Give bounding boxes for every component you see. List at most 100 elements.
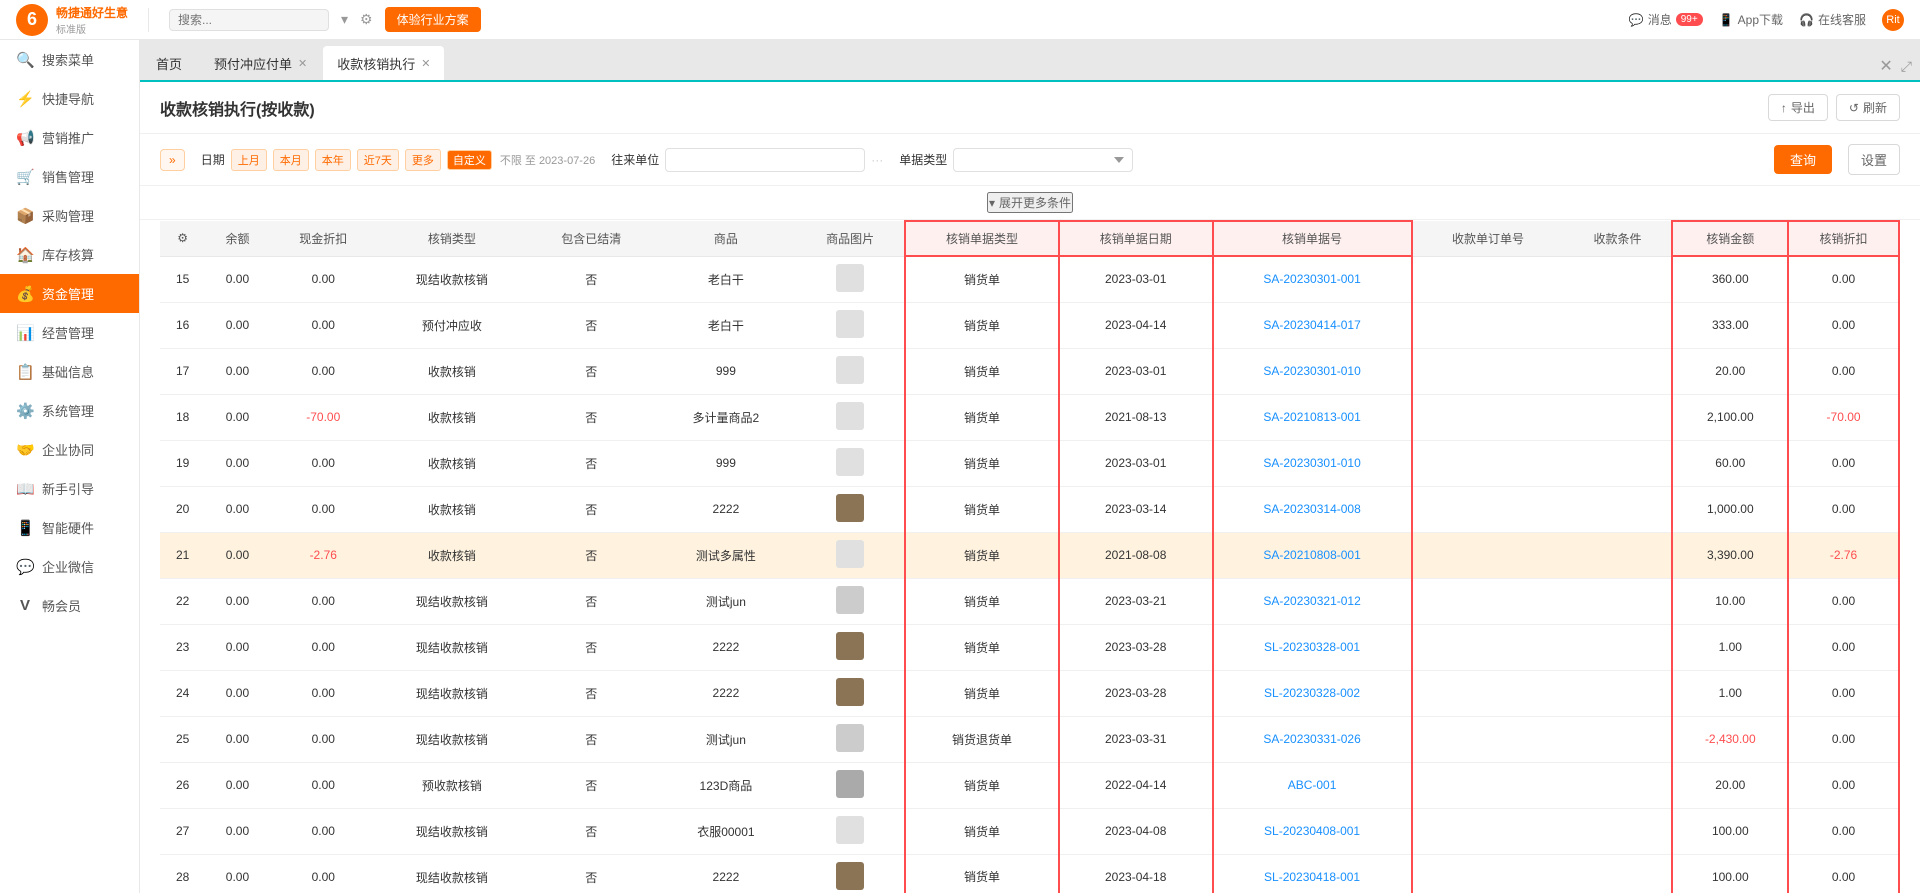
- date-last-month[interactable]: 上月: [231, 149, 267, 171]
- sidebar-item-management[interactable]: 📊 经营管理: [0, 313, 139, 352]
- sidebar-item-hardware[interactable]: 📱 智能硬件: [0, 508, 139, 547]
- cell-bill-no: SA-20230331-026: [1213, 716, 1412, 762]
- sidebar-item-search[interactable]: 🔍 搜索菜单: [0, 40, 139, 79]
- cell-cancel-type: 预收款核销: [377, 762, 527, 808]
- cell-included: 否: [527, 716, 656, 762]
- app-download-btn[interactable]: 📱 App下载: [1719, 11, 1783, 28]
- cell-bill-type: 销货单: [905, 348, 1059, 394]
- bill-no-link[interactable]: SA-20230414-017: [1263, 318, 1360, 332]
- message-btn[interactable]: 💬 消息 99+: [1629, 11, 1703, 28]
- cell-product-img: [796, 348, 905, 394]
- message-icon: 💬: [1629, 13, 1644, 27]
- cell-bill-type: 销货单: [905, 302, 1059, 348]
- sidebar-item-marketing[interactable]: 📢 营销推广: [0, 118, 139, 157]
- settings-icon[interactable]: ⚙: [360, 11, 373, 28]
- tab-cancel-exec-close[interactable]: ✕: [421, 57, 430, 70]
- tab-prepay[interactable]: 预付冲应付单 ✕: [200, 46, 321, 80]
- cell-cancel-type: 现结收款核销: [377, 670, 527, 716]
- table-row: 20 0.00 0.00 收款核销 否 2222 销货单 2023-03-14 …: [160, 486, 1899, 532]
- bill-no-link[interactable]: SA-20230301-001: [1263, 272, 1360, 286]
- user-avatar[interactable]: Rit: [1882, 9, 1904, 31]
- top-search-input[interactable]: [169, 9, 329, 31]
- cell-product: 测试多属性: [656, 532, 797, 578]
- dropdown-icon[interactable]: ▾: [341, 11, 348, 28]
- date-this-month[interactable]: 本月: [273, 149, 309, 171]
- cell-cancel-type: 预付冲应收: [377, 302, 527, 348]
- cell-cancel-type: 现结收款核销: [377, 578, 527, 624]
- date-this-year[interactable]: 本年: [315, 149, 351, 171]
- bill-no-link[interactable]: SA-20230314-008: [1263, 502, 1360, 516]
- online-service-btn[interactable]: 🎧 在线客服: [1799, 11, 1866, 28]
- bill-no-link[interactable]: SA-20230301-010: [1263, 364, 1360, 378]
- tab-cancel-exec[interactable]: 收款核销执行 ✕: [323, 46, 444, 80]
- th-settings[interactable]: ⚙: [160, 221, 205, 256]
- cell-cancel-amount: 333.00: [1672, 302, 1788, 348]
- bill-no-link[interactable]: ABC-001: [1288, 778, 1337, 792]
- bill-no-link[interactable]: SL-20230328-002: [1264, 686, 1360, 700]
- cell-receipt-order: [1412, 302, 1564, 348]
- maximize-icon[interactable]: ⤢: [1901, 58, 1912, 75]
- cell-included: 否: [527, 624, 656, 670]
- date-more[interactable]: 更多: [405, 149, 441, 171]
- sidebar-item-guide[interactable]: 📖 新手引导: [0, 469, 139, 508]
- sidebar-item-purchase[interactable]: 📦 采购管理: [0, 196, 139, 235]
- filter-expand-btn[interactable]: »: [160, 149, 185, 171]
- bill-no-link[interactable]: SA-20210813-001: [1263, 410, 1360, 424]
- bill-no-link[interactable]: SL-20230408-001: [1264, 824, 1360, 838]
- cell-balance: 0.00: [205, 302, 269, 348]
- cell-bill-date: 2023-04-14: [1059, 302, 1213, 348]
- service-icon: 🎧: [1799, 13, 1814, 27]
- bill-no-link[interactable]: SL-20230328-001: [1264, 640, 1360, 654]
- filter-counterparty: 往来单位 ···: [611, 148, 883, 172]
- bill-type-select[interactable]: [953, 148, 1133, 172]
- bill-no-link[interactable]: SA-20230331-026: [1263, 732, 1360, 746]
- refresh-btn[interactable]: ↺ 刷新: [1836, 94, 1900, 121]
- expand-more-btn[interactable]: ▾ 展开更多条件: [987, 192, 1073, 213]
- sidebar-item-wechat[interactable]: 💬 企业微信: [0, 547, 139, 586]
- hardware-icon: 📱: [16, 519, 34, 537]
- sidebar-item-system[interactable]: ⚙️ 系统管理: [0, 391, 139, 430]
- management-icon: 📊: [16, 324, 34, 342]
- bill-no-link[interactable]: SA-20230321-012: [1263, 594, 1360, 608]
- sidebar-item-quicknav[interactable]: ⚡ 快捷导航: [0, 79, 139, 118]
- close-window-icon[interactable]: ✕: [1879, 56, 1892, 76]
- sidebar-item-enterprise[interactable]: 🤝 企业协同: [0, 430, 139, 469]
- cell-product: 2222: [656, 670, 797, 716]
- tab-home[interactable]: 首页: [140, 46, 198, 80]
- cell-bill-date: 2023-03-01: [1059, 440, 1213, 486]
- sidebar-item-inventory[interactable]: 🏠 库存核算: [0, 235, 139, 274]
- cell-cancel-discount: 0.00: [1788, 716, 1899, 762]
- counterparty-input[interactable]: [665, 148, 865, 172]
- cell-product: 老白干: [656, 302, 797, 348]
- tab-prepay-close[interactable]: ✕: [298, 57, 307, 70]
- th-cancel-amount: 核销金额: [1672, 221, 1788, 256]
- sidebar-item-sales[interactable]: 🛒 销售管理: [0, 157, 139, 196]
- cell-included: 否: [527, 256, 656, 302]
- cell-balance: 0.00: [205, 486, 269, 532]
- sidebar: 🔍 搜索菜单 ⚡ 快捷导航 📢 营销推广 🛒 销售管理 📦 采购管理 🏠 库存核…: [0, 40, 140, 893]
- cell-bill-date: 2021-08-13: [1059, 394, 1213, 440]
- sidebar-item-vip[interactable]: V 畅会员: [0, 586, 139, 625]
- industry-btn[interactable]: 体验行业方案: [385, 7, 481, 32]
- setting-btn[interactable]: 设置: [1848, 144, 1900, 175]
- cell-id: 16: [160, 302, 205, 348]
- sidebar-label-guide: 新手引导: [42, 479, 94, 498]
- date-7days[interactable]: 近7天: [357, 149, 399, 171]
- sidebar-item-finance[interactable]: 💰 资金管理: [0, 274, 139, 313]
- export-btn[interactable]: ↑ 导出: [1768, 94, 1828, 121]
- date-custom[interactable]: 自定义: [447, 150, 492, 170]
- bill-no-link[interactable]: SL-20230418-001: [1264, 870, 1360, 884]
- cell-cancel-discount: 0.00: [1788, 808, 1899, 854]
- bill-no-link[interactable]: SA-20230301-010: [1263, 456, 1360, 470]
- cell-receipt-order: [1412, 394, 1564, 440]
- sidebar-label-sales: 销售管理: [42, 167, 94, 186]
- cell-bill-no: SA-20230301-010: [1213, 348, 1412, 394]
- bill-no-link[interactable]: SA-20210808-001: [1263, 548, 1360, 562]
- sidebar-label-purchase: 采购管理: [42, 206, 94, 225]
- cell-balance: 0.00: [205, 256, 269, 302]
- data-table: ⚙ 余额 现金折扣 核销类型 包含已结清 商品 商品图片 核销单据类型 核销单据…: [160, 220, 1900, 893]
- sidebar-item-base[interactable]: 📋 基础信息: [0, 352, 139, 391]
- query-btn[interactable]: 查询: [1774, 145, 1832, 174]
- cell-cancel-amount: 360.00: [1672, 256, 1788, 302]
- th-cancel-type: 核销类型: [377, 221, 527, 256]
